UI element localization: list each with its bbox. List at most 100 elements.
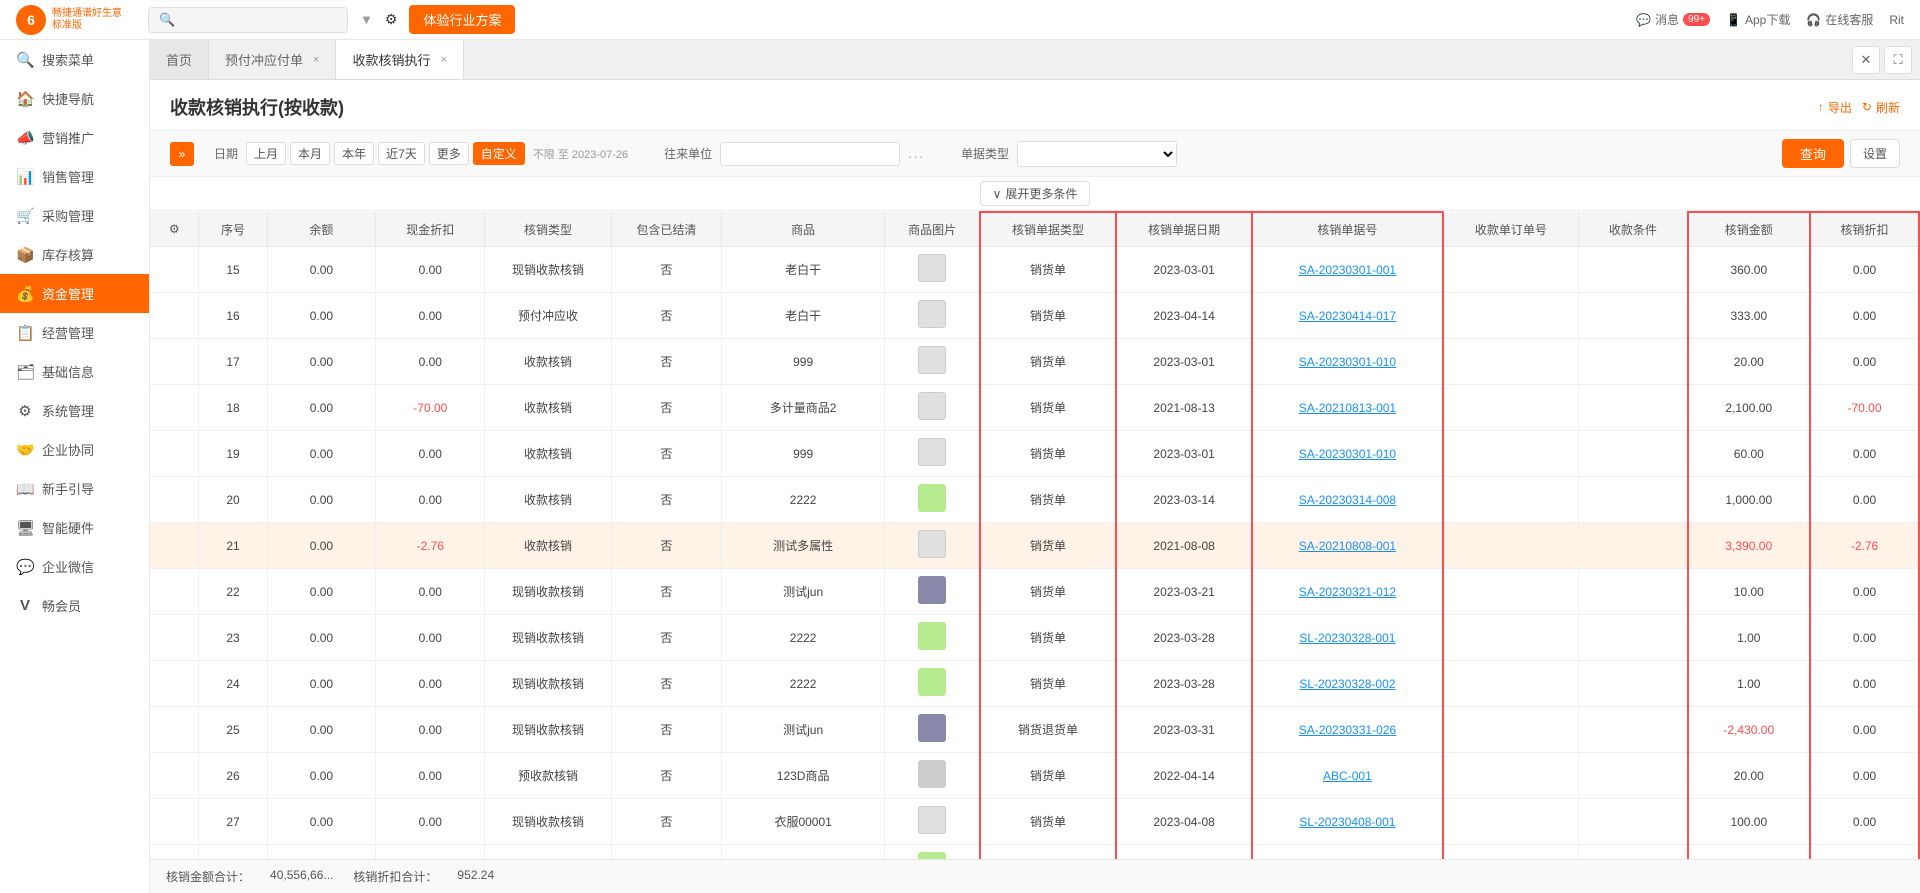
dropdown-arrow-icon[interactable]: ▼ [360,12,373,27]
settings-icon[interactable]: ⚙ [385,11,398,28]
table-row: 18 0.00 -70.00 收款核销 否 多计量商品2 销货单 2021-08… [150,385,1919,431]
td-condition [1579,477,1688,523]
td-verify-no[interactable]: SL-20230408-001 [1252,799,1443,845]
tab-prepay-close[interactable]: × [313,54,319,66]
date-range-display: 不限 至 2023-07-26 [533,146,628,162]
sidebar-item-vip[interactable]: V 畅会员 [0,586,149,625]
td-verify-no[interactable]: SA-20230331-026 [1252,707,1443,753]
tab-verify[interactable]: 收款核销执行 × [336,40,463,79]
td-verify-date: 2022-04-14 [1116,753,1252,799]
sidebar-item-finance[interactable]: 💰 资金管理 [0,274,149,313]
th-verify-type: 核销单据类型 [980,212,1116,247]
td-condition [1579,661,1688,707]
notification-area[interactable]: 💬 消息 99+ [1636,11,1710,28]
unit-filter-input[interactable] [720,142,900,166]
footer-total-discount: 952.24 [457,868,494,885]
tab-home[interactable]: 首页 [150,40,209,79]
td-seq: 28 [199,845,267,860]
td-discount: -2.76 [1810,523,1919,569]
td-verify-no[interactable]: SL-20230328-001 [1252,615,1443,661]
td-verify-date: 2023-03-28 [1116,615,1252,661]
tab-verify-close[interactable]: × [440,54,446,66]
th-settled: 包含已结清 [611,212,721,247]
date-btn-custom[interactable]: 自定义 [473,142,525,165]
type-filter: 单据类型 [961,141,1177,167]
td-verify-type: 销货单 [980,247,1116,293]
collapse-btn[interactable]: » [170,142,194,166]
sidebar-item-guide[interactable]: 📖 新手引导 [0,469,149,508]
td-verify-no[interactable]: SA-20230301-001 [1252,247,1443,293]
date-btn-this-year[interactable]: 本年 [334,142,374,165]
close-window-button[interactable]: ✕ [1852,46,1880,74]
td-type: 收款核销 [485,385,612,431]
type-filter-select[interactable] [1017,141,1177,167]
td-amount: 3,390.00 [1688,523,1810,569]
td-verify-no[interactable]: SA-20210813-001 [1252,385,1443,431]
sidebar-item-inventory[interactable]: 📦 库存核算 [0,235,149,274]
expand-conditions-button[interactable]: ∨ 展开更多条件 [980,181,1091,206]
sidebar-item-wechat[interactable]: 💬 企业微信 [0,547,149,586]
td-receipt-no [1443,661,1579,707]
td-balance: 0.00 [267,247,376,293]
td-settled: 否 [611,339,721,385]
td-type: 现销收款核销 [485,707,612,753]
td-verify-date: 2023-04-14 [1116,293,1252,339]
expand-down-icon: ∨ [993,187,1002,201]
wechat-icon: 💬 [16,558,34,576]
date-btn-this-month[interactable]: 本月 [290,142,330,165]
sidebar-item-search[interactable]: 🔍 搜索菜单 [0,40,149,79]
footer-total-amount: 40,556,66... [270,868,333,885]
tab-prepay[interactable]: 预付冲应付单 × [209,40,336,79]
sidebar-item-system[interactable]: ⚙ 系统管理 [0,391,149,430]
search-area[interactable]: 🔍 [148,7,348,33]
expand-row: ∨ 展开更多条件 [150,177,1920,211]
td-discount: 0.00 [1810,431,1919,477]
td-verify-no[interactable]: SL-20230328-002 [1252,661,1443,707]
td-verify-no[interactable]: SL-20230418-001 [1252,845,1443,860]
td-verify-no[interactable]: SA-20230301-010 [1252,431,1443,477]
sidebar-item-marketing[interactable]: 📣 营销推广 [0,118,149,157]
td-balance: 0.00 [267,753,376,799]
td-verify-no[interactable]: SA-20230301-010 [1252,339,1443,385]
industry-button[interactable]: 体验行业方案 [409,5,515,34]
th-seq: 序号 [199,212,267,247]
query-button[interactable]: 查询 [1782,139,1844,168]
export-button[interactable]: ↑ 导出 [1818,99,1852,116]
th-gear[interactable]: ⚙ [150,212,199,247]
td-verify-type: 销货单 [980,523,1116,569]
td-condition [1579,707,1688,753]
sidebar-item-sales[interactable]: 📊 销售管理 [0,157,149,196]
maximize-button[interactable]: ⛶ [1884,46,1912,74]
td-verify-no[interactable]: SA-20210808-001 [1252,523,1443,569]
sidebar-item-operations[interactable]: 📋 经营管理 [0,313,149,352]
td-balance: 0.00 [267,845,376,860]
settings-button[interactable]: 设置 [1850,139,1900,168]
td-verify-no[interactable]: SA-20230414-017 [1252,293,1443,339]
online-service-area[interactable]: 🎧 在线客服 [1806,11,1873,28]
td-condition [1579,845,1688,860]
date-btn-more[interactable]: 更多 [429,142,469,165]
user-area[interactable]: Rit [1889,13,1904,27]
date-btn-7days[interactable]: 近7天 [378,142,425,165]
gear-icon: ⚙ [16,402,34,420]
top-bar: 6 畅捷通谱好生意 标准版 🔍 ▼ ⚙ 体验行业方案 💬 消息 99+ 📱 Ap… [0,0,1920,40]
folder-icon: 🗂 [16,363,34,381]
sidebar-item-basic[interactable]: 🗂 基础信息 [0,352,149,391]
td-seq: 25 [199,707,267,753]
td-cash-discount: -70.00 [376,385,485,431]
sidebar-item-collab[interactable]: 🤝 企业协同 [0,430,149,469]
date-btn-last-month[interactable]: 上月 [246,142,286,165]
td-verify-date: 2023-03-01 [1116,339,1252,385]
td-verify-no[interactable]: SA-20230314-008 [1252,477,1443,523]
td-discount: 0.00 [1810,569,1919,615]
table-row: 21 0.00 -2.76 收款核销 否 测试多属性 销货单 2021-08-0… [150,523,1919,569]
td-image [885,799,980,845]
refresh-button[interactable]: ↻ 刷新 [1862,99,1900,116]
app-download-area[interactable]: 📱 App下载 [1726,11,1790,28]
td-verify-no[interactable]: ABC-001 [1252,753,1443,799]
sidebar-item-quicknav[interactable]: 🏠 快捷导航 [0,79,149,118]
td-seq: 16 [199,293,267,339]
sidebar-item-purchase[interactable]: 🛒 采购管理 [0,196,149,235]
td-verify-no[interactable]: SA-20230321-012 [1252,569,1443,615]
sidebar-item-hardware[interactable]: 🖥 智能硬件 [0,508,149,547]
